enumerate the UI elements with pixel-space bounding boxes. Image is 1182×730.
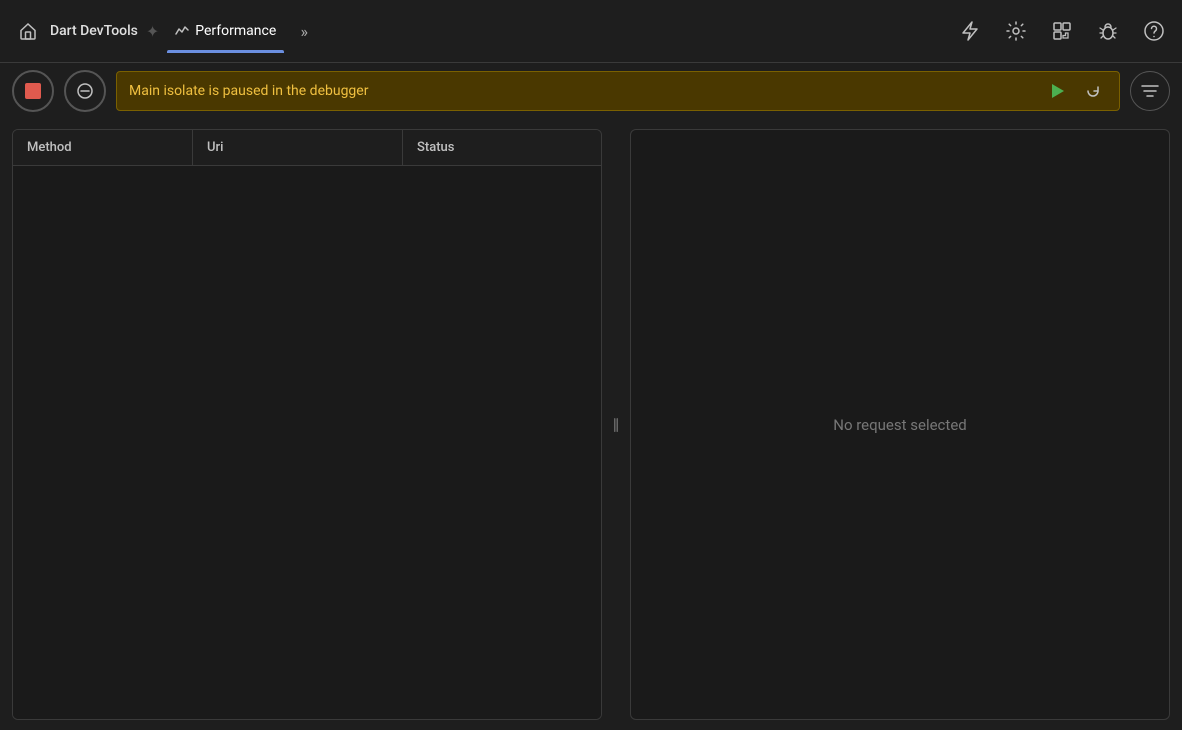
more-tabs-icon: »	[301, 22, 309, 41]
home-button[interactable]	[12, 15, 44, 47]
divider-icon	[613, 410, 619, 440]
app-title[interactable]: Dart DevTools	[50, 23, 138, 39]
performance-tab-label: Performance	[195, 23, 276, 39]
lightning-icon	[959, 20, 981, 42]
main-content: Method Uri Status No request selected	[0, 119, 1182, 730]
settings-icon	[1005, 20, 1027, 42]
status-bar: Main isolate is paused in the debugger	[116, 71, 1120, 111]
bug-report-button[interactable]	[1092, 15, 1124, 47]
record-button[interactable]	[12, 70, 54, 112]
header-right	[954, 15, 1170, 47]
extensions-button[interactable]	[1046, 15, 1078, 47]
method-column-header: Method	[13, 130, 193, 165]
filter-icon	[1141, 83, 1159, 99]
help-icon	[1143, 20, 1165, 42]
help-button[interactable]	[1138, 15, 1170, 47]
filter-button[interactable]	[1130, 71, 1170, 111]
settings-button[interactable]	[1000, 15, 1032, 47]
performance-overlay-button[interactable]	[954, 15, 986, 47]
status-message: Main isolate is paused in the debugger	[129, 83, 1035, 99]
refresh-icon	[1084, 82, 1102, 100]
request-detail-panel: No request selected	[630, 129, 1170, 720]
performance-tab-icon	[175, 24, 189, 38]
resume-button[interactable]	[1043, 77, 1071, 105]
panel-divider[interactable]	[612, 129, 620, 720]
separator: ✦	[146, 22, 159, 41]
tab-active-indicator	[167, 50, 284, 53]
clear-icon	[76, 82, 94, 100]
more-tabs-button[interactable]: »	[290, 17, 318, 45]
status-column-header: Status	[403, 130, 601, 165]
extensions-icon	[1051, 20, 1073, 42]
table-header: Method Uri Status	[13, 130, 601, 166]
reload-button[interactable]	[1079, 77, 1107, 105]
header: Dart DevTools ✦ Performance »	[0, 0, 1182, 63]
play-icon	[1048, 82, 1066, 100]
record-icon	[25, 83, 41, 99]
bug-icon	[1097, 20, 1119, 42]
requests-table-body[interactable]	[13, 166, 601, 719]
no-request-message: No request selected	[833, 416, 966, 434]
requests-table-panel: Method Uri Status	[12, 129, 602, 720]
header-left: Dart DevTools ✦ Performance »	[12, 15, 318, 47]
performance-tab[interactable]: Performance	[167, 19, 284, 43]
uri-column-header: Uri	[193, 130, 403, 165]
secondary-toolbar: Main isolate is paused in the debugger	[0, 63, 1182, 119]
clear-button[interactable]	[64, 70, 106, 112]
